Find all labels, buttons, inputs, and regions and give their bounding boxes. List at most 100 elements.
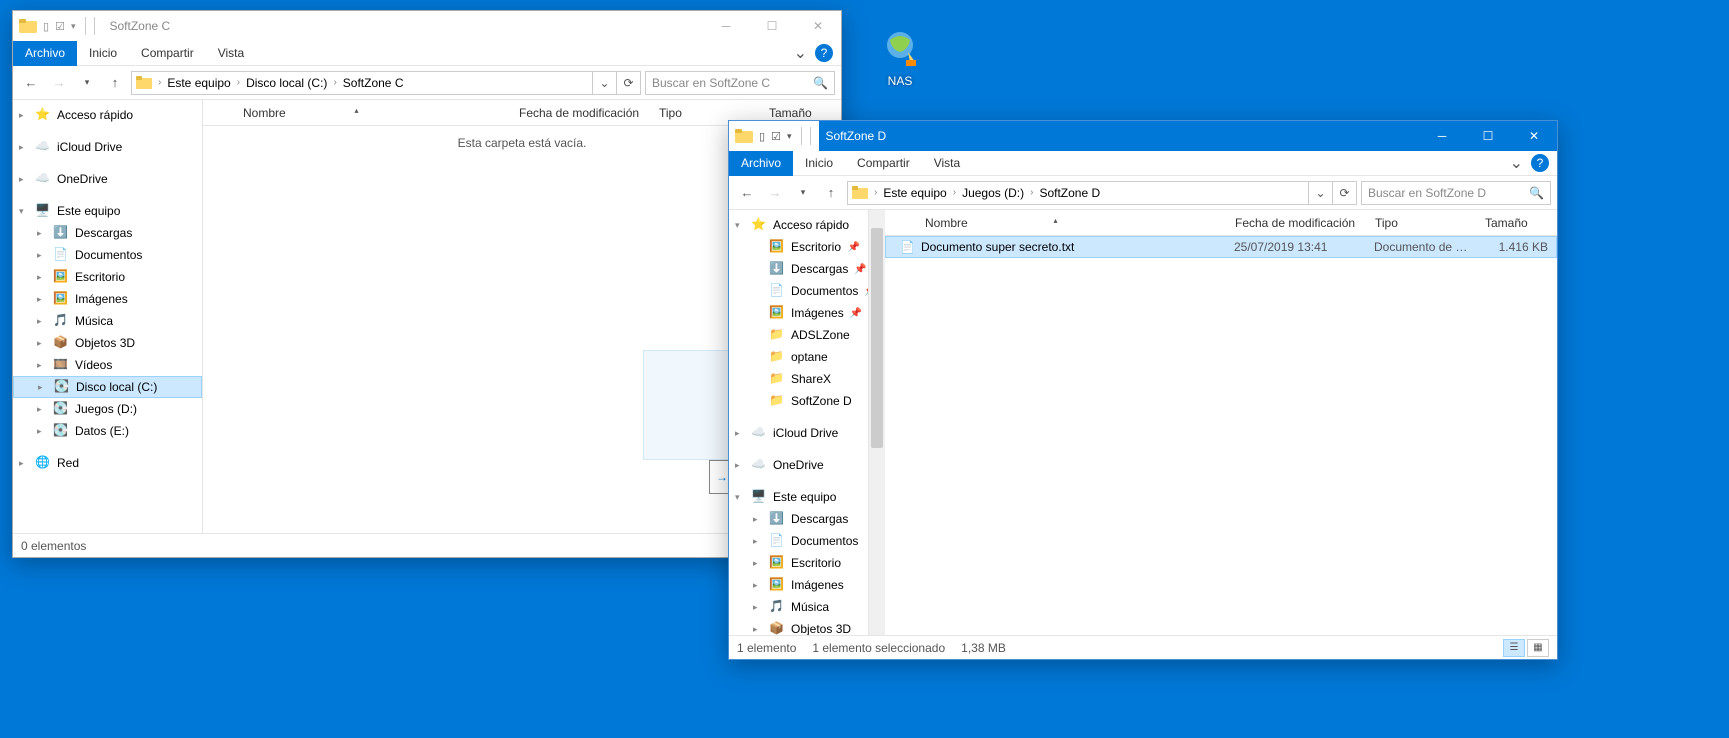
sidebar-desktop[interactable]: ▸🖼️Escritorio [13, 266, 202, 288]
qat-dropdown-icon[interactable]: ▾ [71, 21, 76, 32]
column-header-size[interactable]: Tamaño [1477, 210, 1557, 236]
titlebar[interactable]: ▯ ☑ ▾ SoftZone C ─ ☐ ✕ [13, 11, 841, 41]
ribbon-tab-file[interactable]: Archivo [729, 151, 793, 176]
sidebar-downloads[interactable]: ▸⬇️Descargas [729, 508, 868, 530]
up-button[interactable]: ↑ [819, 181, 843, 205]
ribbon-tab-view[interactable]: Vista [206, 41, 256, 66]
scrollbar-thumb[interactable] [871, 228, 883, 448]
search-input[interactable]: Buscar en SoftZone D 🔍 [1361, 181, 1551, 205]
ribbon-tab-file[interactable]: Archivo [13, 41, 77, 66]
chevron-right-icon[interactable]: › [331, 77, 338, 88]
forward-button[interactable]: → [763, 181, 787, 205]
sidebar-desktop[interactable]: ▸🖼️Escritorio [729, 552, 868, 574]
sidebar-onedrive[interactable]: ▸☁️OneDrive [13, 168, 202, 190]
breadcrumb[interactable]: Disco local (C:) [242, 72, 331, 94]
ribbon-expand-icon[interactable]: ⌄ [1502, 153, 1531, 173]
address-bar[interactable]: › Este equipo › Disco local (C:) › SoftZ… [131, 71, 641, 95]
sidebar-3d-objects[interactable]: ▸📦Objetos 3D [13, 332, 202, 354]
chevron-right-icon[interactable]: › [235, 77, 242, 88]
sidebar-disk-d[interactable]: ▸💽Juegos (D:) [13, 398, 202, 420]
column-header-name[interactable]: Nombre▴ [203, 100, 511, 126]
view-details-button[interactable]: ☰ [1503, 639, 1525, 657]
chevron-right-icon[interactable]: › [1028, 187, 1035, 198]
sidebar-scrollbar[interactable] [869, 210, 885, 635]
chevron-right-icon[interactable]: › [951, 187, 958, 198]
sidebar-music[interactable]: ▸🎵Música [729, 596, 868, 618]
sidebar-this-pc[interactable]: ▾🖥️Este equipo [729, 486, 868, 508]
ribbon-tab-view[interactable]: Vista [922, 151, 972, 176]
forward-button[interactable]: → [47, 71, 71, 95]
address-bar[interactable]: › Este equipo › Juegos (D:) › SoftZone D… [847, 181, 1357, 205]
ribbon-tab-share[interactable]: Compartir [845, 151, 922, 176]
help-button[interactable]: ? [1531, 154, 1549, 172]
column-header-date[interactable]: Fecha de modificación [511, 100, 651, 126]
sidebar-videos[interactable]: ▸🎞️Vídeos [13, 354, 202, 376]
history-dropdown-icon[interactable]: ▾ [791, 181, 815, 205]
maximize-button[interactable]: ☐ [1465, 121, 1511, 151]
sidebar-icloud[interactable]: ▸☁️iCloud Drive [13, 136, 202, 158]
address-dropdown-icon[interactable]: ⌄ [592, 72, 616, 94]
sidebar-pictures[interactable]: 🖼️Imágenes📌 [729, 302, 868, 324]
back-button[interactable]: ← [19, 71, 43, 95]
ribbon-tab-share[interactable]: Compartir [129, 41, 206, 66]
sidebar-network[interactable]: ▸🌐Red [13, 452, 202, 474]
close-button[interactable]: ✕ [1511, 121, 1557, 151]
sidebar-desktop[interactable]: 🖼️Escritorio📌 [729, 236, 868, 258]
breadcrumb[interactable]: Este equipo [879, 182, 950, 204]
breadcrumb[interactable]: Este equipo [163, 72, 234, 94]
history-dropdown-icon[interactable]: ▾ [75, 71, 99, 95]
qat-pin-icon[interactable]: ▯ [43, 20, 49, 33]
sidebar-disk-e[interactable]: ▸💽Datos (E:) [13, 420, 202, 442]
breadcrumb[interactable]: SoftZone C [339, 72, 408, 94]
sidebar-documents[interactable]: ▸📄Documentos [729, 530, 868, 552]
column-header-date[interactable]: Fecha de modificación [1227, 210, 1367, 236]
chevron-right-icon[interactable]: › [156, 77, 163, 88]
ribbon-tab-home[interactable]: Inicio [77, 41, 129, 66]
sidebar-downloads[interactable]: ⬇️Descargas📌 [729, 258, 868, 280]
sidebar-3d-objects[interactable]: ▸📦Objetos 3D [729, 618, 868, 635]
titlebar[interactable]: ▯ ☑ ▾ SoftZone D ─ ☐ ✕ [729, 121, 1557, 151]
qat-checkbox-icon[interactable]: ☑ [55, 20, 65, 33]
refresh-button[interactable]: ⟳ [616, 72, 640, 94]
minimize-button[interactable]: ─ [1419, 121, 1465, 151]
sidebar-music[interactable]: ▸🎵Música [13, 310, 202, 332]
breadcrumb[interactable]: SoftZone D [1035, 182, 1104, 204]
help-button[interactable]: ? [815, 44, 833, 62]
sidebar-icloud[interactable]: ▸☁️iCloud Drive [729, 422, 868, 444]
minimize-button[interactable]: ─ [703, 11, 749, 41]
ribbon-tab-home[interactable]: Inicio [793, 151, 845, 176]
refresh-button[interactable]: ⟳ [1332, 182, 1356, 204]
sidebar-disk-c[interactable]: ▸💽Disco local (C:) [13, 376, 202, 398]
sidebar-this-pc[interactable]: ▾🖥️Este equipo [13, 200, 202, 222]
qat-checkbox-icon[interactable]: ☑ [771, 130, 781, 143]
sidebar-optane[interactable]: 📁optane [729, 346, 868, 368]
chevron-right-icon[interactable]: › [872, 187, 879, 198]
sidebar-pictures[interactable]: ▸🖼️Imágenes [13, 288, 202, 310]
sidebar-quick-access[interactable]: ▸⭐Acceso rápido [13, 104, 202, 126]
back-button[interactable]: ← [735, 181, 759, 205]
close-button[interactable]: ✕ [795, 11, 841, 41]
column-header-type[interactable]: Tipo [1367, 210, 1477, 236]
file-row[interactable]: 📄Documento super secreto.txt 25/07/2019 … [885, 236, 1557, 258]
ribbon-expand-icon[interactable]: ⌄ [786, 43, 815, 63]
qat-pin-icon[interactable]: ▯ [759, 130, 765, 143]
view-icons-button[interactable]: ▦ [1527, 639, 1549, 657]
sidebar-sharex[interactable]: 📁ShareX [729, 368, 868, 390]
sidebar-documents[interactable]: ▸📄Documentos [13, 244, 202, 266]
sidebar-onedrive[interactable]: ▸☁️OneDrive [729, 454, 868, 476]
breadcrumb[interactable]: Juegos (D:) [958, 182, 1028, 204]
sidebar-quick-access[interactable]: ▾⭐Acceso rápido [729, 214, 868, 236]
desktop-shortcut-nas[interactable]: NAS [865, 30, 935, 88]
sidebar-documents[interactable]: 📄Documentos📌 [729, 280, 868, 302]
address-dropdown-icon[interactable]: ⌄ [1308, 182, 1332, 204]
sidebar-softzone-d[interactable]: 📁SoftZone D [729, 390, 868, 412]
file-list-area[interactable]: Nombre▴ Fecha de modificación Tipo Tamañ… [885, 210, 1557, 635]
up-button[interactable]: ↑ [103, 71, 127, 95]
sidebar-adslzone[interactable]: 📁ADSLZone [729, 324, 868, 346]
maximize-button[interactable]: ☐ [749, 11, 795, 41]
column-header-name[interactable]: Nombre▴ [885, 210, 1227, 236]
sidebar-pictures[interactable]: ▸🖼️Imágenes [729, 574, 868, 596]
qat-dropdown-icon[interactable]: ▾ [787, 131, 792, 142]
search-input[interactable]: Buscar en SoftZone C 🔍 [645, 71, 835, 95]
sidebar-downloads[interactable]: ▸⬇️Descargas [13, 222, 202, 244]
